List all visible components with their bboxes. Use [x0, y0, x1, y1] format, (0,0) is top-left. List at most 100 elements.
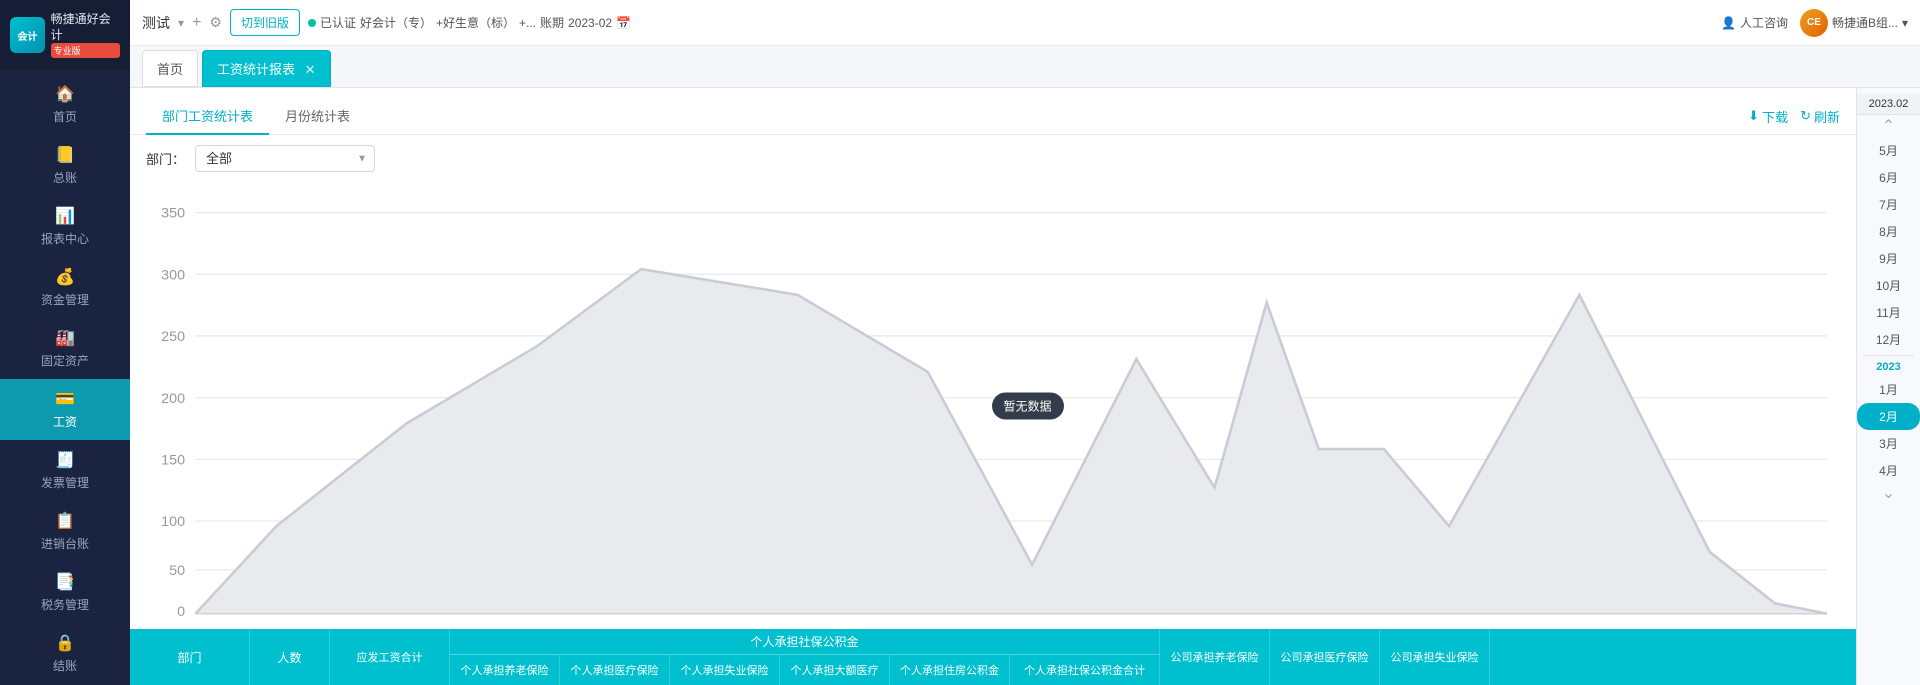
dropdown-arrow-icon[interactable]: ▾: [178, 16, 184, 30]
content-main: 部门工资统计表 月份统计表 ⬇ 下载 ↻ 刷新: [130, 88, 1856, 685]
invoice-icon: 🧾: [55, 450, 75, 470]
tab-home-label: 首页: [157, 62, 183, 77]
sidebar-label-tax: 税务管理: [41, 596, 89, 613]
rs-next-button[interactable]: ⌄: [1880, 484, 1897, 504]
th-personal-major-medical: 个人承担大额医疗: [780, 655, 890, 685]
help-icon: 👤: [1721, 16, 1736, 30]
rs-month-7[interactable]: 7月: [1857, 191, 1920, 218]
th-total-salary-label: 应发工资合计: [357, 649, 423, 665]
assets-icon: 🏭: [55, 328, 75, 348]
rs-month-mar[interactable]: 3月: [1857, 430, 1920, 457]
sidebar-item-close[interactable]: 🔒 结账: [0, 623, 130, 684]
rs-month-apr[interactable]: 4月: [1857, 457, 1920, 484]
rs-month-10[interactable]: 10月: [1857, 272, 1920, 299]
status-product1: 好会计（专）: [360, 14, 432, 31]
rs-month-8[interactable]: 8月: [1857, 218, 1920, 245]
th-headcount: 人数: [250, 629, 330, 685]
sidebar-label-assets: 固定资产: [41, 352, 89, 369]
rs-month-11[interactable]: 11月: [1857, 299, 1920, 326]
topbar-settings-icon[interactable]: ⚙: [209, 14, 222, 31]
sidebar-item-reports[interactable]: 📊 报表中心: [0, 196, 130, 257]
rs-month-9[interactable]: 9月: [1857, 245, 1920, 272]
ledger-icon: 📒: [55, 145, 75, 165]
sub-tabs: 部门工资统计表 月份统计表 ⬇ 下载 ↻ 刷新: [130, 88, 1856, 135]
logo-text-block: 畅捷通好会计 专业版: [51, 12, 120, 58]
switch-old-version-button[interactable]: 切到旧版: [230, 9, 300, 36]
home-icon: 🏠: [55, 84, 75, 104]
sidebar-item-invoice[interactable]: 🧾 发票管理: [0, 440, 130, 501]
topbar: 测试 ▾ + ⚙ 切到旧版 已认证 好会计（专） +好生意（标） +... 账期…: [130, 0, 1920, 46]
y-label-300: 300: [161, 267, 185, 283]
calendar-icon[interactable]: 📅: [616, 16, 631, 30]
sidebar-logo: 会计 畅捷通好会计 专业版: [0, 0, 130, 70]
th-headcount-label: 人数: [277, 649, 301, 666]
download-button[interactable]: ⬇ 下载: [1748, 107, 1788, 126]
th-personal-unemployment: 个人承担失业保险: [670, 655, 780, 685]
refresh-label: 刷新: [1814, 107, 1840, 126]
th-personal-pension: 个人承担养老保险: [450, 655, 560, 685]
dept-select[interactable]: 全部 销售部 财务部 人事部 技术部: [195, 145, 375, 172]
download-icon: ⬇: [1748, 108, 1759, 124]
user-dropdown-icon: ▾: [1902, 16, 1908, 30]
rs-month-jan[interactable]: 1月: [1857, 376, 1920, 403]
tab-home[interactable]: 首页: [142, 50, 198, 87]
topbar-plus-icon[interactable]: +: [192, 14, 201, 32]
status-certified: 已认证: [320, 14, 356, 31]
sidebar-label-close: 结账: [53, 657, 77, 674]
logo-icon: 会计: [10, 17, 45, 53]
rs-month-6[interactable]: 6月: [1857, 164, 1920, 191]
download-label: 下载: [1762, 107, 1788, 126]
help-button[interactable]: 👤 人工咨询: [1721, 14, 1788, 31]
sub-tab-dept-label: 部门工资统计表: [162, 109, 253, 124]
sidebar-item-sales[interactable]: 📋 进销台账: [0, 501, 130, 562]
y-label-200: 200: [161, 391, 185, 407]
sidebar-item-home[interactable]: 🏠 首页: [0, 74, 130, 135]
topbar-status: 已认证 好会计（专） +好生意（标） +... 账期 2023-02 📅: [308, 14, 631, 31]
sidebar-item-tax[interactable]: 📑 税务管理: [0, 562, 130, 623]
sub-tab-monthly-label: 月份统计表: [285, 109, 350, 124]
rs-month-feb[interactable]: 2月: [1857, 403, 1920, 430]
sidebar-label-invoice: 发票管理: [41, 474, 89, 491]
th-company-medical: 公司承担医疗保险: [1270, 629, 1380, 685]
sidebar-item-salary[interactable]: 💳 工资: [0, 379, 130, 440]
sidebar-label-home: 首页: [53, 108, 77, 125]
refresh-button[interactable]: ↻ 刷新: [1800, 107, 1840, 126]
reports-icon: 📊: [55, 206, 75, 226]
refresh-icon: ↻: [1800, 108, 1811, 124]
tab-salary-report[interactable]: 工资统计报表 ✕: [202, 50, 331, 87]
tab-close-icon[interactable]: ✕: [305, 62, 316, 77]
chart-area: 350 300 250 200 150 100 50 0: [130, 182, 1856, 629]
chart-area-fill: [196, 269, 1827, 613]
tab-salary-report-label: 工资统计报表: [217, 62, 295, 77]
rs-year-2023: 2023: [1857, 358, 1920, 376]
y-label-50: 50: [169, 563, 185, 579]
content-area: 部门工资统计表 月份统计表 ⬇ 下载 ↻ 刷新: [130, 88, 1920, 685]
sidebar-item-funds[interactable]: 💰 资金管理: [0, 257, 130, 318]
dept-filter-label: 部门：: [146, 149, 185, 168]
th-personal-group-label: 个人承担社保公积金: [450, 629, 1160, 655]
th-personal-medical: 个人承担医疗保险: [560, 655, 670, 685]
y-label-100: 100: [161, 514, 185, 530]
logo-name: 畅捷通好会计: [51, 12, 120, 43]
sidebar: 会计 畅捷通好会计 专业版 🏠 首页 📒 总账 📊 报表中心 💰 资金管理 🏭 …: [0, 0, 130, 685]
user-menu[interactable]: CE 畅捷通B组... ▾: [1800, 9, 1908, 37]
salary-icon: 💳: [55, 389, 75, 409]
dept-select-wrapper[interactable]: 全部 销售部 财务部 人事部 技术部: [195, 145, 375, 172]
sidebar-label-salary: 工资: [53, 413, 77, 430]
th-personal-housing: 个人承担住房公积金: [890, 655, 1010, 685]
th-company-unemployment: 公司承担失业保险: [1380, 629, 1490, 685]
sidebar-item-assets[interactable]: 🏭 固定资产: [0, 318, 130, 379]
y-label-250: 250: [161, 329, 185, 345]
rs-month-5[interactable]: 5月: [1857, 137, 1920, 164]
sub-tab-actions: ⬇ 下载 ↻ 刷新: [1748, 107, 1840, 126]
status-product2: +好生意（标）: [436, 14, 515, 31]
sidebar-nav: 🏠 首页 📒 总账 📊 报表中心 💰 资金管理 🏭 固定资产 💳 工资 🧾 发票…: [0, 70, 130, 685]
sidebar-label-funds: 资金管理: [41, 291, 89, 308]
rs-prev-button[interactable]: ⌃: [1880, 117, 1897, 137]
main-area: 测试 ▾ + ⚙ 切到旧版 已认证 好会计（专） +好生意（标） +... 账期…: [130, 0, 1920, 685]
sub-tab-dept[interactable]: 部门工资统计表: [146, 98, 269, 135]
sub-tab-monthly[interactable]: 月份统计表: [269, 98, 366, 135]
rs-month-12[interactable]: 12月: [1857, 326, 1920, 353]
sidebar-item-ledger[interactable]: 📒 总账: [0, 135, 130, 196]
rs-year-divider: [1863, 355, 1913, 356]
